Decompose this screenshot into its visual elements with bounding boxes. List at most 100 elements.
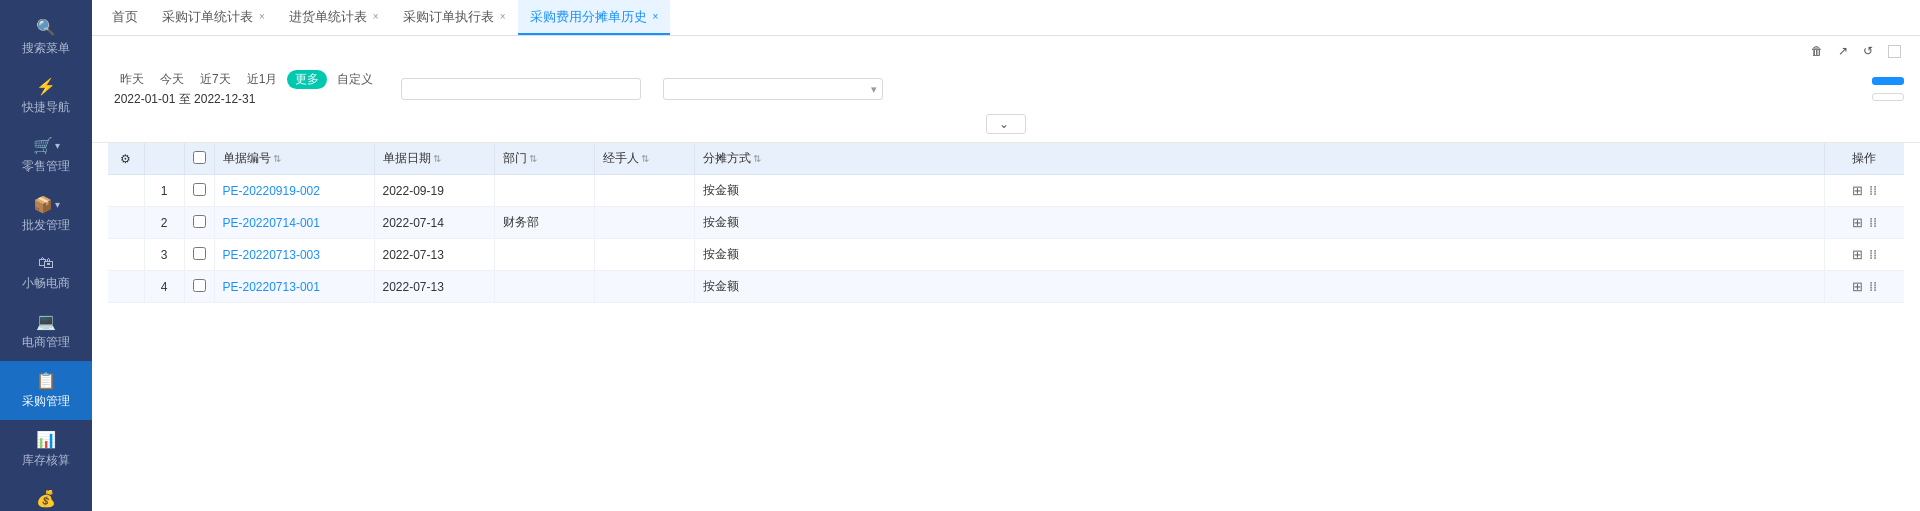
doc-num-link[interactable]: PE-20220919-002: [223, 184, 320, 198]
row-checkbox[interactable]: [193, 279, 206, 292]
tab-close-icon[interactable]: ×: [259, 11, 265, 22]
tab-close-icon[interactable]: ×: [500, 11, 506, 22]
col-header-doc_date[interactable]: 单据日期⇅: [374, 143, 494, 175]
col-header-dept[interactable]: 部门⇅: [494, 143, 594, 175]
more-icon[interactable]: ⁞⁞: [1869, 183, 1877, 198]
col-header-setting: ⚙: [108, 143, 144, 175]
tab-close-icon[interactable]: ×: [373, 11, 379, 22]
row-handler: [594, 271, 694, 303]
query-button[interactable]: [1872, 77, 1904, 85]
sidebar-item-label: 快捷导航: [22, 99, 70, 116]
row-checkbox[interactable]: [193, 215, 206, 228]
row-number: 3: [144, 239, 184, 271]
expand-icon: ⌄: [999, 117, 1009, 131]
more-icon[interactable]: ⁞⁞: [1869, 279, 1877, 294]
show-cols-checkbox[interactable]: [1888, 45, 1901, 58]
edit-icon[interactable]: ⊞: [1852, 215, 1863, 230]
sort-icon[interactable]: ⇅: [433, 153, 441, 164]
show-columns-button[interactable]: [1888, 45, 1904, 58]
row-number: 4: [144, 271, 184, 303]
date-shortcut-近1月[interactable]: 近1月: [241, 70, 284, 89]
tab-close-icon[interactable]: ×: [653, 11, 659, 22]
refresh-icon: ↺: [1863, 44, 1873, 58]
menu-icon: 🔍: [36, 18, 56, 37]
sidebar-item-批发管理[interactable]: 📦▾批发管理: [0, 185, 92, 244]
sidebar-item-label: 批发管理: [22, 217, 70, 234]
row-checkbox[interactable]: [193, 247, 206, 260]
row-checkbox-cell: [184, 271, 214, 303]
edit-icon[interactable]: ⊞: [1852, 247, 1863, 262]
table-row[interactable]: 2PE-20220714-0012022-07-14财务部按金额 ⊞ ⁞⁞: [108, 207, 1904, 239]
tab-进货单统计表[interactable]: 进货单统计表×: [277, 0, 391, 35]
edit-icon[interactable]: ⊞: [1852, 183, 1863, 198]
row-date: 2022-07-14: [374, 207, 494, 239]
select-all-checkbox[interactable]: [193, 151, 206, 164]
row-setting: [108, 207, 144, 239]
expand-row: ⌄: [108, 114, 1904, 134]
menu-icon: 📊: [36, 430, 56, 449]
sort-icon[interactable]: ⇅: [529, 153, 537, 164]
table-area: ⚙单据编号⇅单据日期⇅部门⇅经手人⇅分摊方式⇅操作 1PE-20220919-0…: [92, 143, 1920, 511]
settings-button[interactable]: [1872, 93, 1904, 101]
sidebar-item-小畅电商[interactable]: 🛍小畅电商: [0, 244, 92, 302]
header-actions: 🗑 ↗ ↺: [1799, 44, 1904, 58]
refresh-button[interactable]: ↺: [1863, 44, 1876, 58]
sidebar-item-快捷导航[interactable]: ⚡快捷导航: [0, 67, 92, 126]
col-header-method[interactable]: 分摊方式⇅: [694, 143, 1824, 175]
menu-icon: 🛒: [33, 136, 53, 155]
dept-filter-group: [657, 78, 883, 100]
sort-icon[interactable]: ⇅: [753, 153, 761, 164]
tab-label: 采购费用分摊单历史: [530, 8, 647, 26]
delete-button[interactable]: 🗑: [1811, 44, 1826, 58]
more-icon[interactable]: ⁞⁞: [1869, 215, 1877, 230]
date-range: 2022-01-01 至 2022-12-31: [114, 91, 379, 108]
sidebar-item-零售管理[interactable]: 🛒▾零售管理: [0, 126, 92, 185]
date-shortcut-近7天[interactable]: 近7天: [194, 70, 237, 89]
sidebar-item-库存核算[interactable]: 📊 库存核算: [0, 420, 92, 479]
tab-首页[interactable]: 首页: [100, 0, 150, 35]
sidebar-item-搜索菜单[interactable]: 🔍搜索菜单: [0, 8, 92, 67]
tab-bar: 首页采购订单统计表×进货单统计表×采购订单执行表× 采购费用分摊单历史 ×: [92, 0, 1920, 36]
sort-icon[interactable]: ⇅: [273, 153, 281, 164]
date-shortcut-昨天[interactable]: 昨天: [114, 70, 150, 89]
dept-select[interactable]: [663, 78, 883, 100]
col-label: 单据日期: [383, 151, 431, 165]
export-button[interactable]: ↗: [1838, 44, 1851, 58]
row-checkbox-cell: [184, 175, 214, 207]
sidebar-item-采购管理[interactable]: 📋采购管理: [0, 361, 92, 420]
sort-icon[interactable]: ⇅: [641, 153, 649, 164]
tab-采购订单执行表[interactable]: 采购订单执行表×: [391, 0, 518, 35]
row-dept: [494, 175, 594, 207]
col-label: 经手人: [603, 151, 639, 165]
col-header-handler[interactable]: 经手人⇅: [594, 143, 694, 175]
table-row[interactable]: 3PE-20220713-0032022-07-13按金额 ⊞ ⁞⁞: [108, 239, 1904, 271]
more-icon[interactable]: ⁞⁞: [1869, 247, 1877, 262]
sidebar-item-label: 采购管理: [22, 393, 70, 410]
edit-icon[interactable]: ⊞: [1852, 279, 1863, 294]
doc-num-link[interactable]: PE-20220713-003: [223, 248, 320, 262]
col-header-doc_num[interactable]: 单据编号⇅: [214, 143, 374, 175]
menu-icon: 🛍: [38, 254, 54, 272]
doc-num-link[interactable]: PE-20220713-001: [223, 280, 320, 294]
table-row[interactable]: 4PE-20220713-0012022-07-13按金额 ⊞ ⁞⁞: [108, 271, 1904, 303]
date-shortcut-更多[interactable]: 更多: [287, 70, 327, 89]
tab-采购费用分摊单历史[interactable]: 采购费用分摊单历史 ×: [518, 0, 671, 35]
row-checkbox[interactable]: [193, 183, 206, 196]
row-date: 2022-09-19: [374, 175, 494, 207]
tab-采购订单统计表[interactable]: 采购订单统计表×: [150, 0, 277, 35]
row-setting: [108, 239, 144, 271]
expand-conditions-button[interactable]: ⌄: [986, 114, 1026, 134]
table-row[interactable]: 1PE-20220919-0022022-09-19按金额 ⊞ ⁞⁞: [108, 175, 1904, 207]
btn-group-right: [1872, 77, 1904, 101]
sidebar-item-label: 库存核算: [22, 452, 70, 469]
row-doc-num: PE-20220714-001: [214, 207, 374, 239]
date-shortcut-今天[interactable]: 今天: [154, 70, 190, 89]
doc-num-input[interactable]: [401, 78, 641, 100]
doc-num-link[interactable]: PE-20220714-001: [223, 216, 320, 230]
tab-label: 首页: [112, 8, 138, 26]
date-shortcuts: 昨天今天近7天近1月更多自定义: [114, 70, 379, 89]
row-setting: [108, 271, 144, 303]
sidebar-item-资金管理[interactable]: 💰资金管理: [0, 479, 92, 511]
date-shortcut-自定义[interactable]: 自定义: [331, 70, 379, 89]
sidebar-item-电商管理[interactable]: 💻电商管理: [0, 302, 92, 361]
